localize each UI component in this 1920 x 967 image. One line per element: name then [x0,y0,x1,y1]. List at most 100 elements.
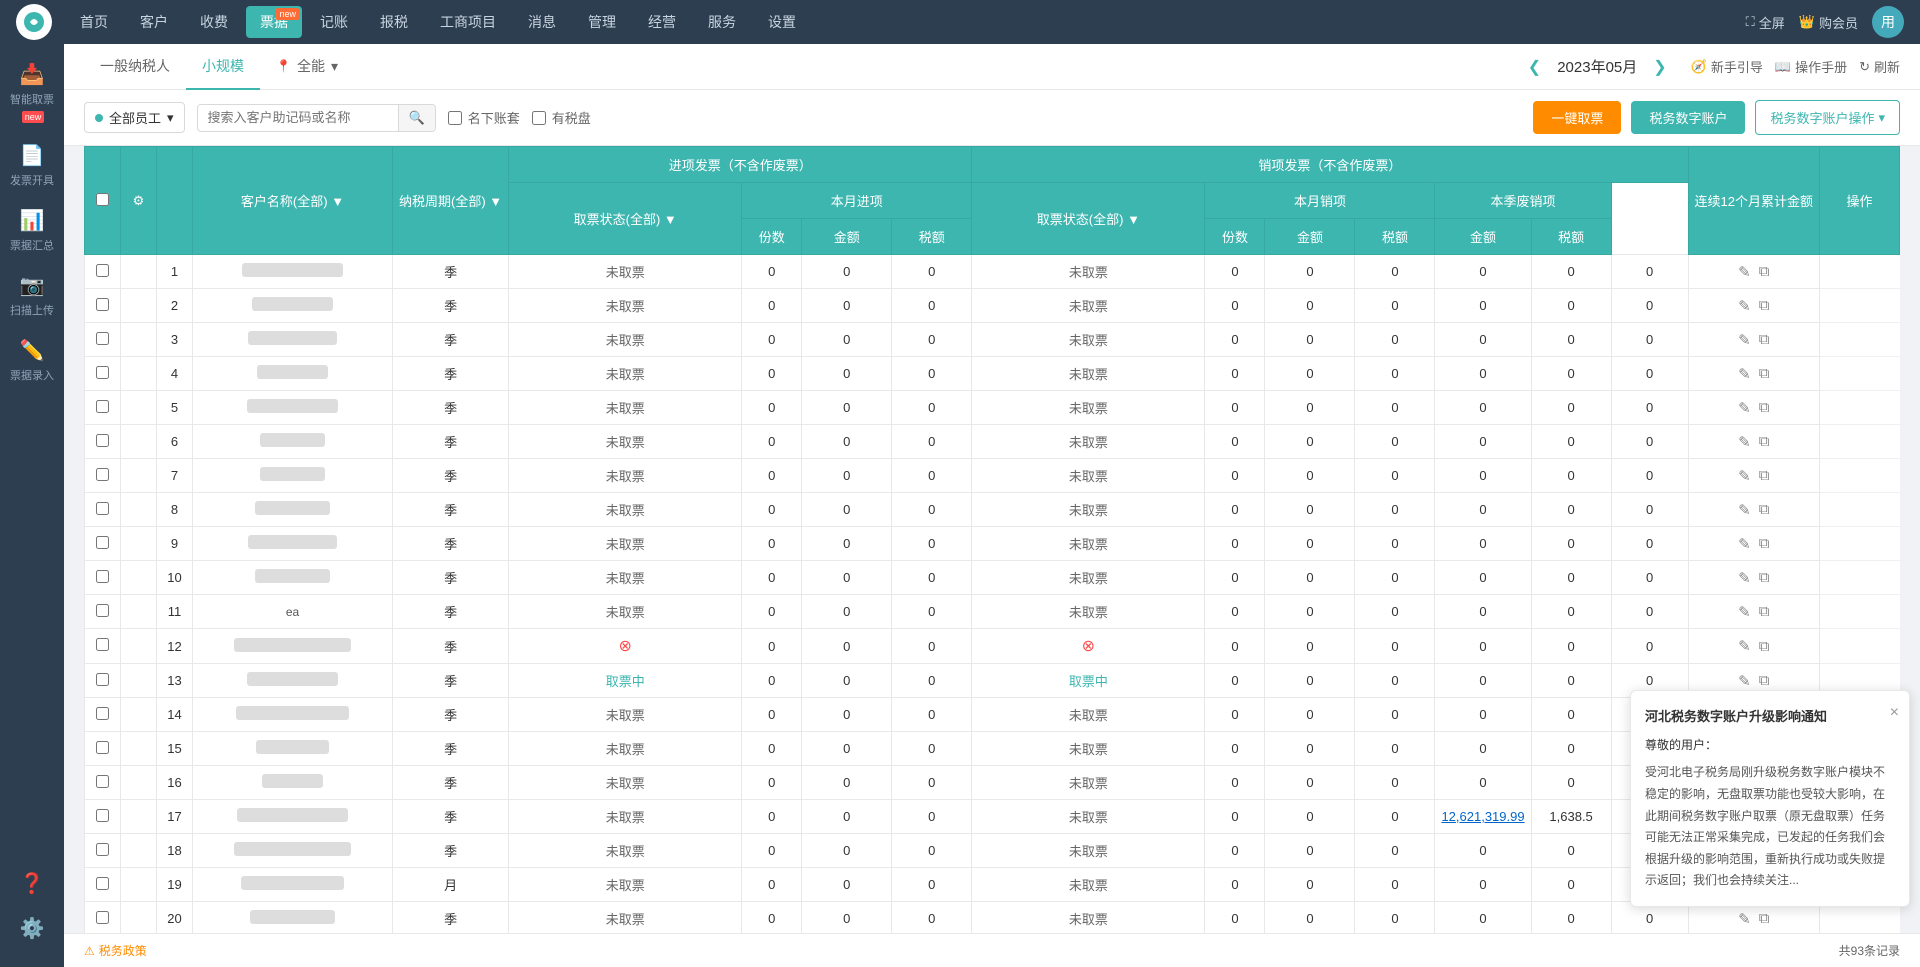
search-input[interactable] [198,105,398,130]
copy-icon[interactable]: ⧉ [1759,399,1770,416]
checkbox-taxdisk-input[interactable] [532,111,546,125]
sidebar-item-help[interactable]: ❓ [20,861,45,906]
row-checkbox[interactable] [96,809,109,822]
edit-icon[interactable]: ✎ [1738,331,1751,349]
sidebar-item-bill-summary[interactable]: 📊 票据汇总 [0,198,64,263]
tab-all[interactable]: 📍 全能 ▾ [260,44,354,90]
nav-fee[interactable]: 收费 [186,6,242,38]
row-checkbox[interactable] [96,775,109,788]
guide-btn[interactable]: 🧭 新手引导 [1691,57,1763,76]
row-checkbox[interactable] [96,707,109,720]
prev-month-btn[interactable]: ❮ [1524,53,1545,81]
check-all[interactable] [96,193,109,206]
nav-accounting[interactable]: 记账 [306,6,362,38]
copy-icon[interactable]: ⧉ [1759,467,1770,484]
nav-manage[interactable]: 管理 [574,6,630,38]
edit-icon[interactable]: ✎ [1738,263,1751,281]
one-key-btn[interactable]: 一键取票 [1533,101,1621,134]
edit-icon[interactable]: ✎ [1738,433,1751,451]
checkbox-taxdisk[interactable]: 有税盘 [532,108,591,127]
edit-icon[interactable]: ✎ [1738,535,1751,553]
gear-icon[interactable]: ⚙ [133,193,145,208]
copy-icon[interactable]: ⧉ [1759,501,1770,518]
edit-icon[interactable]: ✎ [1738,467,1751,485]
copy-icon[interactable]: ⧉ [1759,638,1770,655]
copy-icon[interactable]: ⧉ [1759,297,1770,314]
row-checkbox[interactable] [96,332,109,345]
sidebar-item-invoice-open[interactable]: 📄 发票开具 [0,133,64,198]
edit-icon[interactable]: ✎ [1738,672,1751,690]
notification-close-btn[interactable]: × [1890,699,1899,728]
nav-settings[interactable]: 设置 [754,6,810,38]
fullscreen-btn[interactable]: ⛶ 全屏 [1746,13,1785,32]
sidebar-item-smart-ticket[interactable]: 📥 智能取票 new [0,52,64,133]
copy-icon[interactable]: ⧉ [1759,603,1770,620]
edit-icon[interactable]: ✎ [1738,399,1751,417]
row-checkbox[interactable] [96,502,109,515]
nav-business[interactable]: 工商项目 [426,6,510,38]
nav-message[interactable]: 消息 [514,6,570,38]
row-checkbox[interactable] [96,741,109,754]
refresh-btn[interactable]: ↻ 刷新 [1859,57,1900,76]
row-in-status: 未取票 [509,391,742,425]
edit-icon[interactable]: ✎ [1738,910,1751,928]
edit-icon[interactable]: ✎ [1738,637,1751,655]
row-checkbox[interactable] [96,877,109,890]
edit-icon[interactable]: ✎ [1738,501,1751,519]
next-month-btn[interactable]: ❯ [1649,53,1670,81]
digital-account-dropdown-btn[interactable]: 税务数字账户操作 ▾ [1755,100,1900,135]
row-checkbox[interactable] [96,638,109,651]
copy-icon[interactable]: ⧉ [1759,263,1770,280]
edit-icon[interactable]: ✎ [1738,297,1751,315]
nav-bill[interactable]: 票据 new [246,6,302,38]
member-btn[interactable]: 👑 购会员 [1799,13,1858,32]
row-checkbox[interactable] [96,570,109,583]
nav-tax[interactable]: 报税 [366,6,422,38]
th-name[interactable]: 客户名称(全部) ▼ [193,147,393,255]
checkbox-accounts-input[interactable] [448,111,462,125]
row-checkbox[interactable] [96,468,109,481]
edit-icon[interactable]: ✎ [1738,569,1751,587]
edit-icon[interactable]: ✎ [1738,365,1751,383]
copy-icon[interactable]: ⧉ [1759,672,1770,689]
copy-icon[interactable]: ⧉ [1759,433,1770,450]
row-checkbox[interactable] [96,843,109,856]
nav-operation[interactable]: 经营 [634,6,690,38]
row-checkbox[interactable] [96,400,109,413]
copy-icon[interactable]: ⧉ [1759,910,1770,927]
manual-btn[interactable]: 📖 操作手册 [1775,57,1847,76]
tab-general[interactable]: 一般纳税人 [84,44,186,90]
row-in-num: 0 [742,698,802,732]
copy-icon[interactable]: ⧉ [1759,331,1770,348]
employee-filter[interactable]: 全部员工 ▾ [84,102,185,133]
digital-account-btn[interactable]: 税务数字账户 [1631,101,1745,134]
checkbox-accounts[interactable]: 名下账套 [448,108,520,127]
tax-policy-link[interactable]: ⚠ 税务政策 [84,942,147,959]
edit-icon[interactable]: ✎ [1738,603,1751,621]
sidebar-item-scan-upload[interactable]: 📷 扫描上传 [0,263,64,328]
row-in-status: 未取票 [509,289,742,323]
row-checkbox[interactable] [96,536,109,549]
th-period[interactable]: 纳税周期(全部) ▼ [393,147,509,255]
nav-service[interactable]: 服务 [694,6,750,38]
copy-icon[interactable]: ⧉ [1759,535,1770,552]
copy-icon[interactable]: ⧉ [1759,365,1770,382]
season-money-value[interactable]: 12,621,319.99 [1441,809,1524,824]
search-button[interactable]: 🔍 [398,105,435,131]
nav-home[interactable]: 首页 [66,6,122,38]
tab-small-scale[interactable]: 小规模 [186,44,260,90]
row-checkbox[interactable] [96,434,109,447]
row-checkbox[interactable] [96,264,109,277]
row-checkbox[interactable] [96,673,109,686]
user-avatar[interactable]: 用 [1872,6,1904,38]
th-in-status[interactable]: 取票状态(全部) ▼ [509,183,742,255]
sidebar-item-settings[interactable]: ⚙️ [20,906,45,951]
row-checkbox[interactable] [96,604,109,617]
row-checkbox[interactable] [96,911,109,924]
row-checkbox[interactable] [96,298,109,311]
sidebar-item-bill-entry[interactable]: ✏️ 票据录入 [0,328,64,393]
row-checkbox[interactable] [96,366,109,379]
nav-customer[interactable]: 客户 [126,6,182,38]
th-out-status[interactable]: 取票状态(全部) ▼ [972,183,1205,255]
copy-icon[interactable]: ⧉ [1759,569,1770,586]
